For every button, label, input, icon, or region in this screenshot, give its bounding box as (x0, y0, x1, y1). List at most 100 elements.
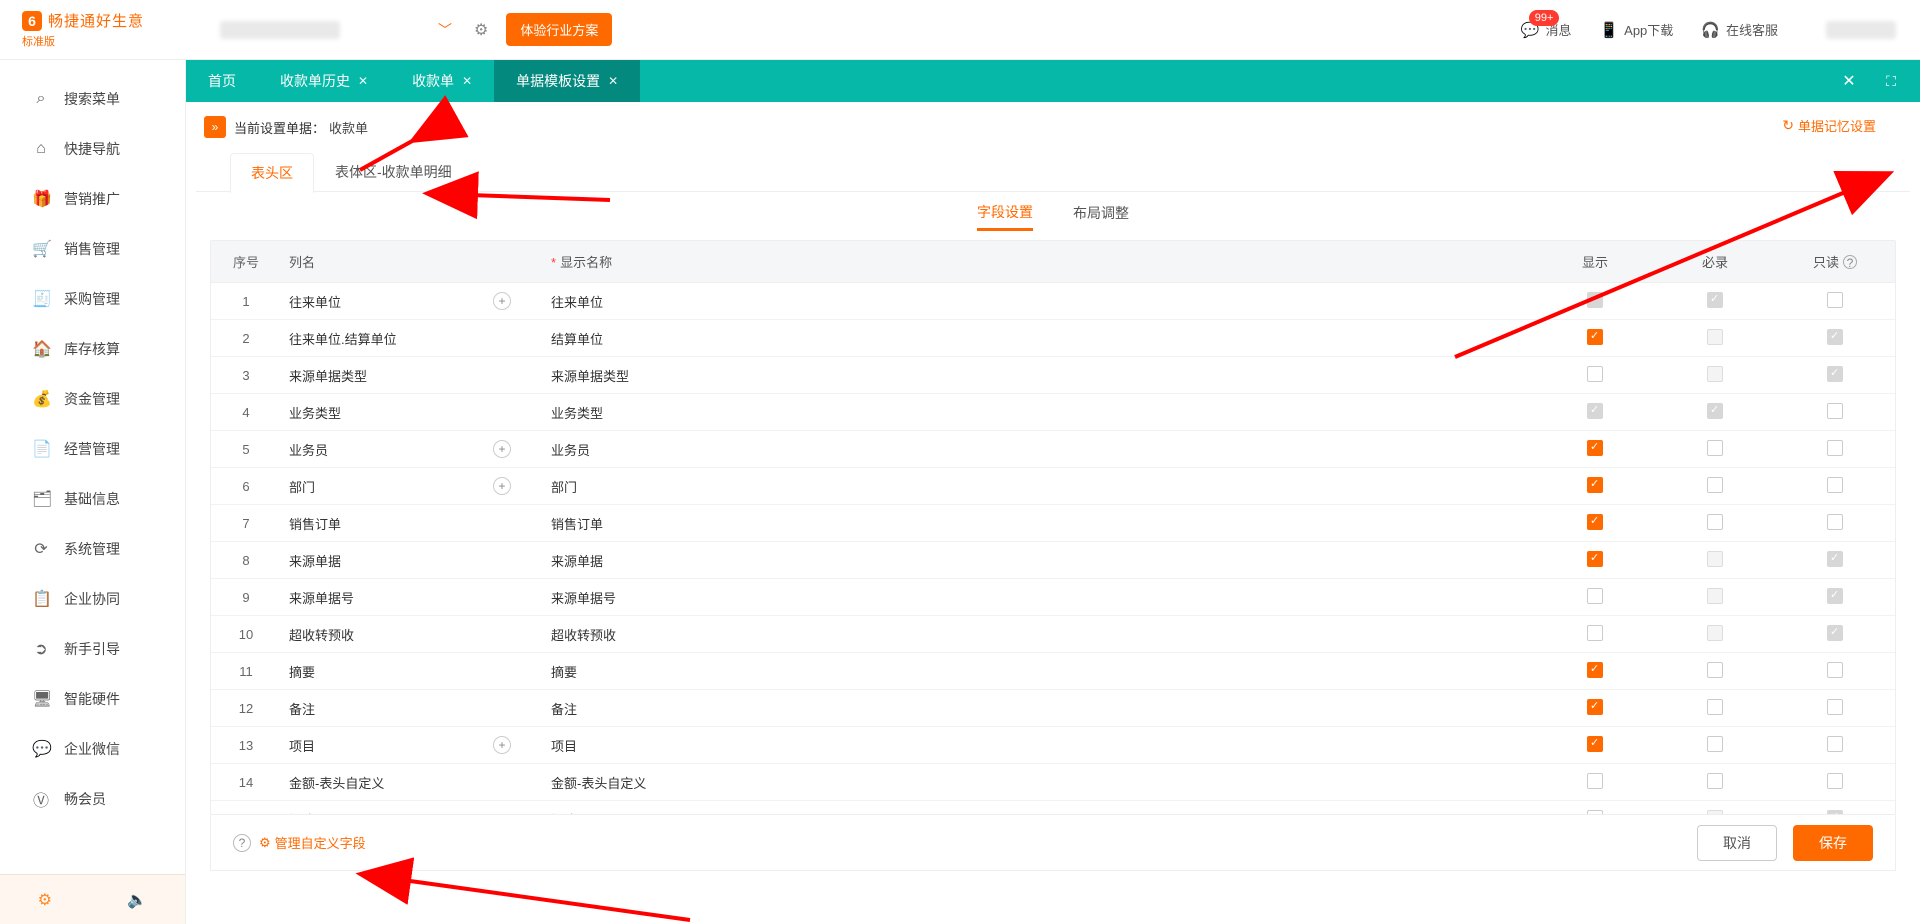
fullscreen-icon[interactable]: ⛶ (1870, 60, 1912, 102)
checkbox[interactable] (1587, 551, 1603, 567)
help-icon[interactable]: ? (1843, 255, 1857, 269)
add-sub-icon[interactable]: + (493, 440, 511, 458)
user-menu[interactable] (1806, 16, 1896, 44)
row-display-name[interactable]: 来源单据类型 (531, 366, 1535, 385)
checkbox[interactable] (1827, 699, 1843, 715)
checkbox[interactable] (1587, 699, 1603, 715)
sidebar-item-0[interactable]: ⌕搜索菜单 (0, 74, 185, 124)
expand-panel-icon[interactable]: » (204, 116, 226, 138)
memory-settings-link[interactable]: ↻ 单据记忆设置 (1782, 116, 1876, 135)
sidebar-item-10[interactable]: 📋企业协同 (0, 574, 185, 624)
checkbox[interactable] (1587, 366, 1603, 382)
checkbox[interactable] (1707, 477, 1723, 493)
row-required (1655, 588, 1775, 607)
cancel-button[interactable]: 取消 (1697, 825, 1777, 861)
checkbox[interactable] (1707, 662, 1723, 678)
area-tab-0[interactable]: 表头区 (230, 153, 314, 193)
sidebar-item-1[interactable]: ⌂快捷导航 (0, 124, 185, 174)
checkbox[interactable] (1827, 477, 1843, 493)
add-sub-icon[interactable]: + (493, 736, 511, 754)
checkbox[interactable] (1827, 662, 1843, 678)
row-display-name[interactable]: 往来单位 (531, 292, 1535, 311)
tab-1[interactable]: 收款单历史✕ (258, 60, 390, 102)
close-icon[interactable]: ✕ (358, 74, 368, 88)
sidebar-item-3[interactable]: 🛒销售管理 (0, 224, 185, 274)
app-download-link[interactable]: 📱 App下载 (1599, 20, 1673, 39)
checkbox[interactable] (1587, 810, 1603, 815)
row-required (1655, 292, 1775, 311)
tenant-selector[interactable]: ﹀ (216, 16, 456, 44)
checkbox[interactable] (1587, 588, 1603, 604)
tab-2[interactable]: 收款单 ✕ (390, 60, 494, 102)
close-icon[interactable]: ✕ (462, 74, 472, 88)
checkbox[interactable] (1707, 699, 1723, 715)
row-display-name[interactable]: 超收转预收 (531, 625, 1535, 644)
checkbox[interactable] (1827, 440, 1843, 456)
checkbox[interactable] (1587, 440, 1603, 456)
sub-tab-1[interactable]: 布局调整 (1073, 203, 1129, 229)
sidebar-item-2[interactable]: 🎁营销推广 (0, 174, 185, 224)
checkbox[interactable] (1827, 292, 1843, 308)
tab-label: 收款单 (412, 71, 454, 91)
row-display-name[interactable]: 金额-表头自定义 (531, 773, 1535, 792)
row-display-name[interactable]: 结算单位 (531, 329, 1535, 348)
row-display-name[interactable]: 来源单据号 (531, 588, 1535, 607)
row-show (1535, 551, 1655, 570)
checkbox[interactable] (1587, 329, 1603, 345)
sidebar-item-7[interactable]: 📄经营管理 (0, 424, 185, 474)
messages-link[interactable]: 99+ 💬 消息 (1521, 20, 1572, 39)
sound-icon[interactable]: 🔈 (127, 890, 147, 910)
checkbox[interactable] (1707, 736, 1723, 752)
checkbox[interactable] (1707, 773, 1723, 789)
row-display-name[interactable]: 来源单据 (531, 551, 1535, 570)
row-display-name[interactable]: 部门 (531, 477, 1535, 496)
checkbox[interactable] (1827, 736, 1843, 752)
sidebar-item-9[interactable]: ⟳系统管理 (0, 524, 185, 574)
brand-edition: 标准版 (22, 33, 55, 49)
sidebar-item-12[interactable]: 🖥智能硬件 (0, 674, 185, 724)
close-all-tabs-button[interactable]: ✕ (1828, 60, 1870, 102)
row-display-name[interactable]: 备注 (531, 699, 1535, 718)
checkbox[interactable] (1587, 477, 1603, 493)
row-display-name[interactable]: 提成1 (531, 810, 1535, 815)
row-display-name[interactable]: 业务员 (531, 440, 1535, 459)
row-display-name[interactable]: 销售订单 (531, 514, 1535, 533)
add-sub-icon[interactable]: + (493, 292, 511, 310)
sidebar-item-6[interactable]: 💰资金管理 (0, 374, 185, 424)
tab-0[interactable]: 首页 (186, 60, 258, 102)
checkbox[interactable] (1827, 773, 1843, 789)
sidebar-item-4[interactable]: 🧾采购管理 (0, 274, 185, 324)
add-sub-icon[interactable]: + (493, 477, 511, 495)
sidebar-item-13[interactable]: 💬企业微信 (0, 724, 185, 774)
checkbox[interactable] (1587, 514, 1603, 530)
customer-service-link[interactable]: 🎧 在线客服 (1701, 20, 1778, 39)
gear-icon[interactable]: ⚙ (474, 20, 488, 40)
checkbox[interactable] (1587, 736, 1603, 752)
checkbox[interactable] (1827, 514, 1843, 530)
checkbox[interactable] (1587, 662, 1603, 678)
row-display-name[interactable]: 业务类型 (531, 403, 1535, 422)
checkbox[interactable] (1587, 625, 1603, 641)
sidebar-item-label: 智能硬件 (64, 689, 120, 709)
settings-icon[interactable]: ⚙ (38, 890, 52, 910)
checkbox[interactable] (1707, 514, 1723, 530)
close-icon[interactable]: ✕ (608, 74, 618, 88)
row-display-name[interactable]: 项目 (531, 736, 1535, 755)
checkbox[interactable] (1587, 773, 1603, 789)
checkbox[interactable] (1707, 440, 1723, 456)
sidebar-item-14[interactable]: Ⓥ畅会员 (0, 774, 185, 824)
sub-tab-0[interactable]: 字段设置 (977, 202, 1033, 231)
save-button[interactable]: 保存 (1793, 825, 1873, 861)
checkbox[interactable] (1827, 403, 1843, 419)
area-tab-1[interactable]: 表体区-收款单明细 (314, 152, 473, 192)
question-icon[interactable]: ? (233, 834, 251, 852)
row-display-name[interactable]: 摘要 (531, 662, 1535, 681)
sidebar-item-5[interactable]: 🏠库存核算 (0, 324, 185, 374)
sidebar-item-11[interactable]: ➲新手引导 (0, 624, 185, 674)
tab-3[interactable]: 单据模板设置✕ (494, 60, 640, 102)
sidebar-item-label: 经营管理 (64, 439, 120, 459)
try-plan-button[interactable]: 体验行业方案 (506, 13, 612, 46)
row-required (1655, 366, 1775, 385)
manage-custom-fields-link[interactable]: ⚙ 管理自定义字段 (259, 833, 366, 852)
sidebar-item-8[interactable]: 🗂基础信息 (0, 474, 185, 524)
